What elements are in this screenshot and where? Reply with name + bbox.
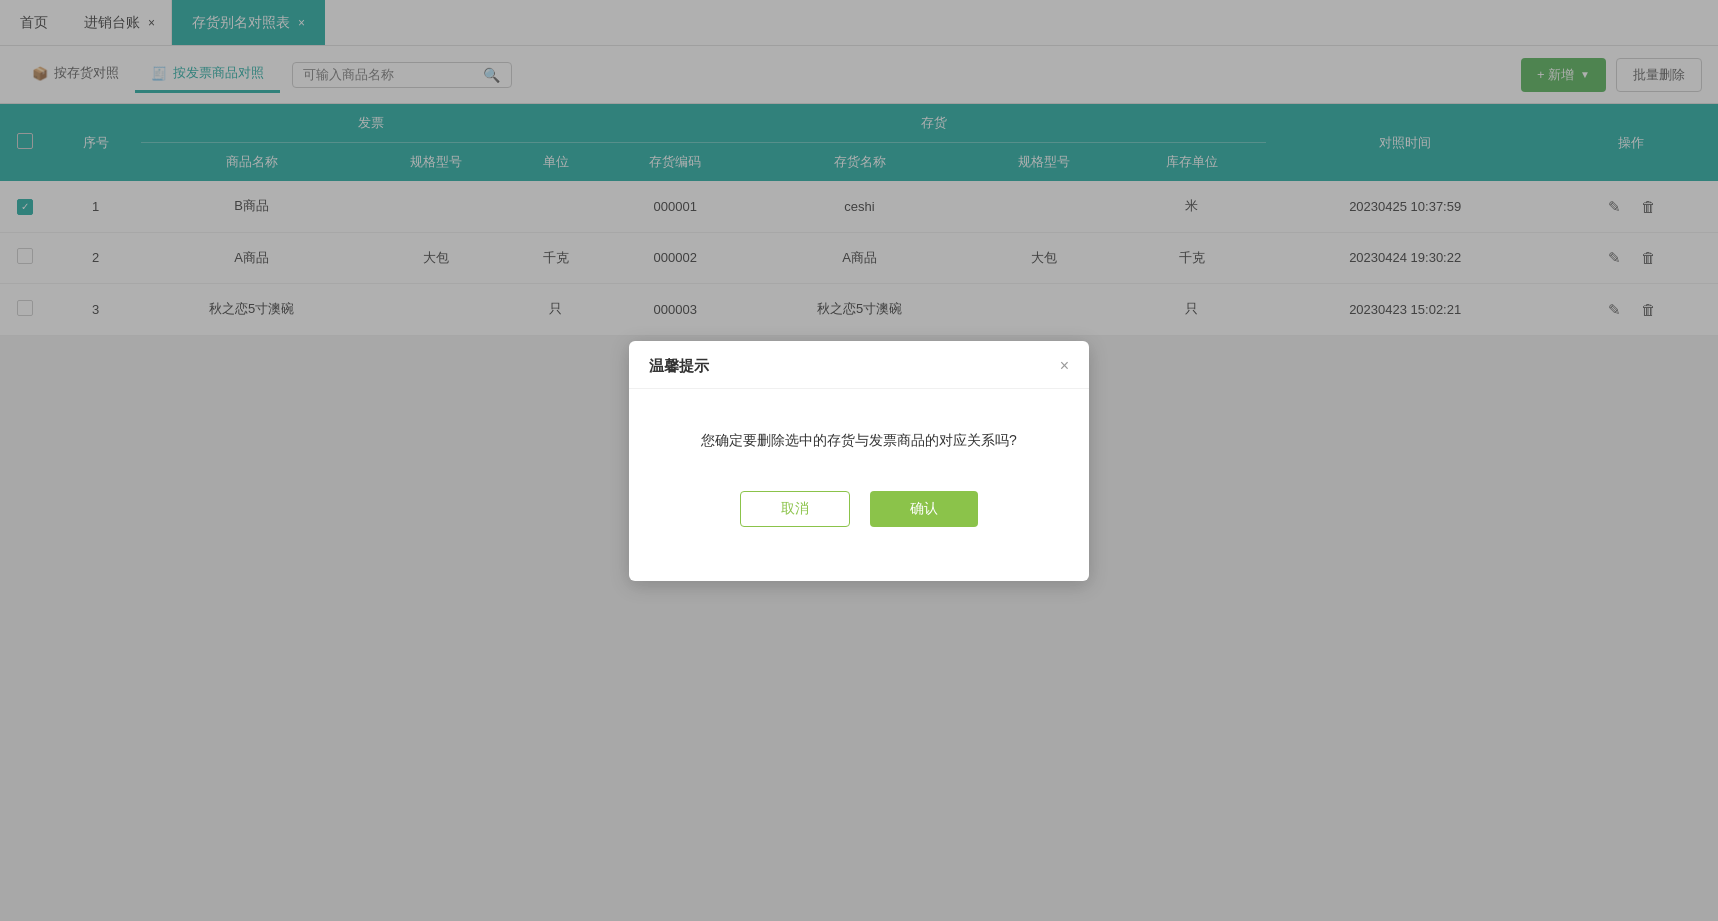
dialog-footer: 取消 确认: [629, 481, 1089, 557]
confirm-dialog: 温馨提示 × 您确定要删除选中的存货与发票商品的对应关系吗? 取消 确认: [629, 341, 1089, 581]
dialog-header: 温馨提示 ×: [629, 341, 1089, 389]
modal-overlay: 温馨提示 × 您确定要删除选中的存货与发票商品的对应关系吗? 取消 确认: [0, 0, 1718, 921]
cancel-label: 取消: [781, 500, 809, 516]
dialog-title: 温馨提示: [649, 357, 709, 376]
confirm-button[interactable]: 确认: [870, 491, 978, 527]
cancel-button[interactable]: 取消: [740, 491, 850, 527]
dialog-close-icon[interactable]: ×: [1060, 358, 1069, 374]
dialog-message: 您确定要删除选中的存货与发票商品的对应关系吗?: [701, 432, 1017, 448]
dialog-body: 您确定要删除选中的存货与发票商品的对应关系吗?: [629, 389, 1089, 481]
confirm-label: 确认: [910, 500, 938, 516]
